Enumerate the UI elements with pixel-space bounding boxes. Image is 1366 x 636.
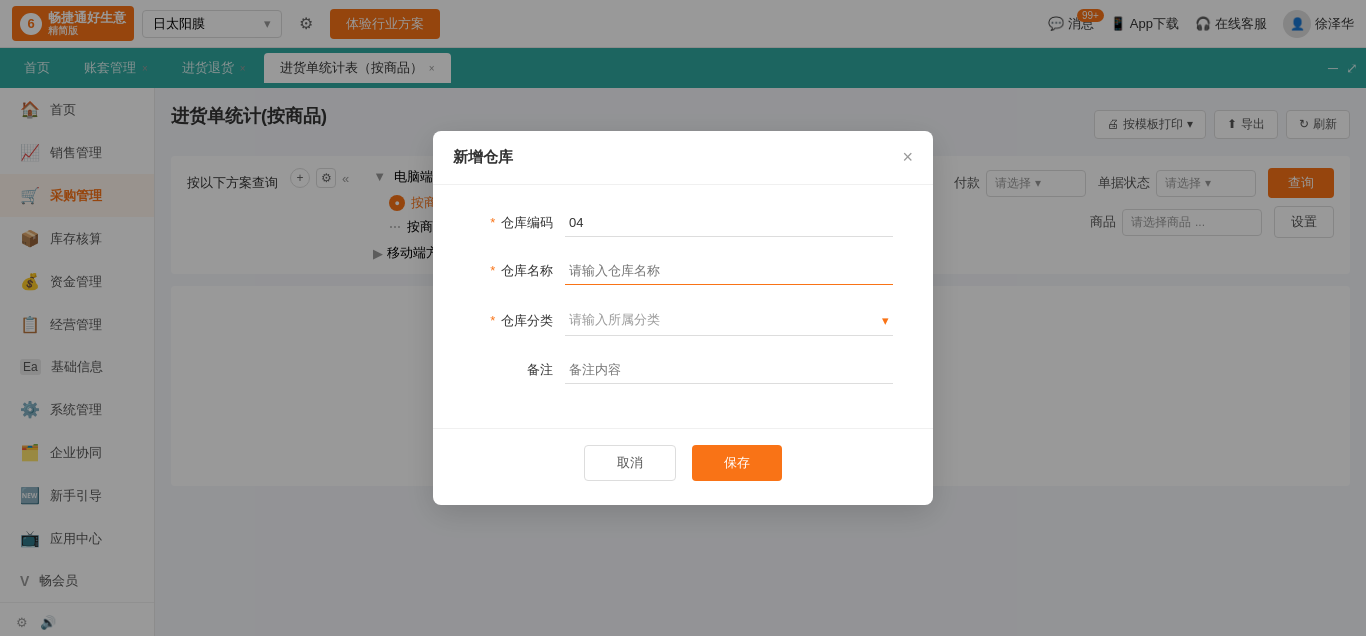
remark-label: 备注 (473, 361, 553, 379)
new-warehouse-modal: 新增仓库 × * 仓库编码 * 仓库名称 * 仓库分 (433, 131, 933, 505)
form-row-remark: 备注 (473, 356, 893, 384)
cancel-button[interactable]: 取消 (584, 445, 676, 481)
category-label: * 仓库分类 (473, 312, 553, 330)
modal-close-button[interactable]: × (902, 147, 913, 168)
remark-input[interactable] (565, 356, 893, 384)
modal-footer: 取消 保存 (433, 428, 933, 505)
name-label: * 仓库名称 (473, 262, 553, 280)
modal-title: 新增仓库 (453, 148, 513, 167)
modal-header: 新增仓库 × (433, 131, 933, 185)
code-label: * 仓库编码 (473, 214, 553, 232)
name-input[interactable] (565, 257, 893, 285)
modal-body: * 仓库编码 * 仓库名称 * 仓库分类 请输入所属分类 ▾ (433, 185, 933, 428)
modal-overlay[interactable]: 新增仓库 × * 仓库编码 * 仓库名称 * 仓库分 (0, 0, 1366, 636)
category-select-arrow: ▾ (882, 313, 889, 328)
category-placeholder: 请输入所属分类 (569, 311, 660, 329)
form-row-code: * 仓库编码 (473, 209, 893, 237)
category-select[interactable]: 请输入所属分类 ▾ (565, 305, 893, 336)
code-input[interactable] (565, 209, 893, 237)
form-row-name: * 仓库名称 (473, 257, 893, 285)
form-row-category: * 仓库分类 请输入所属分类 ▾ (473, 305, 893, 336)
save-button[interactable]: 保存 (692, 445, 782, 481)
